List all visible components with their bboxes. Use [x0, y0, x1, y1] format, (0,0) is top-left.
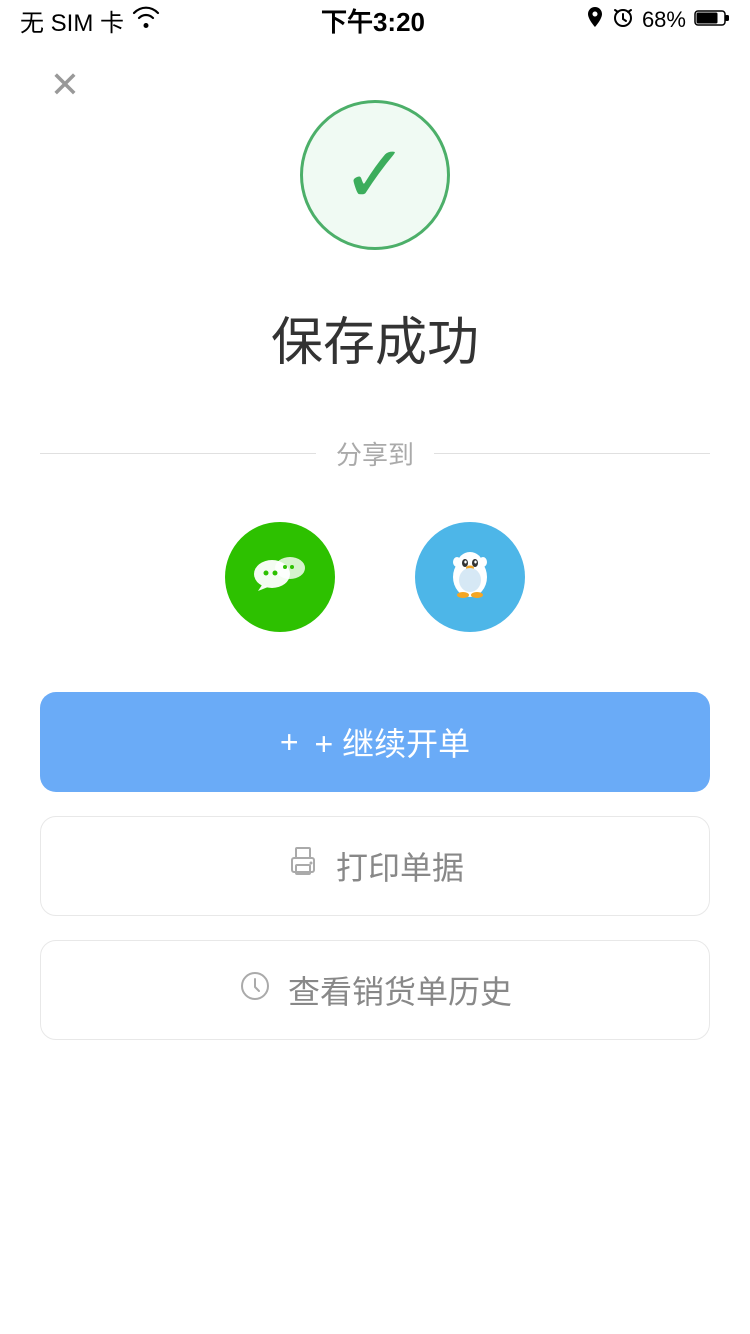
no-sim-text: 无 SIM 卡: [20, 3, 124, 38]
success-title: 保存成功: [271, 300, 479, 375]
status-left: 无 SIM 卡: [20, 3, 160, 38]
status-bar: 无 SIM 卡 下午3:20 68%: [0, 0, 750, 40]
share-section: 分享到: [0, 435, 750, 632]
qq-share-button[interactable]: [415, 522, 525, 632]
share-icons-row: [225, 522, 525, 632]
continue-label: + 继续开单: [315, 719, 471, 765]
qq-icon: [440, 547, 500, 607]
print-button[interactable]: 打印单据: [40, 816, 710, 916]
wechat-icon: [248, 545, 313, 610]
main-content: ✓ 保存成功 分享到: [0, 40, 750, 1334]
share-label: 分享到: [316, 435, 434, 472]
battery-text: 68%: [642, 7, 686, 33]
history-icon: [238, 969, 272, 1011]
location-icon: [586, 6, 604, 34]
continue-button[interactable]: + + 继续开单: [40, 692, 710, 792]
alarm-icon: [612, 6, 634, 34]
divider-left: [40, 453, 316, 454]
wifi-icon: [132, 6, 160, 35]
success-circle: ✓: [300, 100, 450, 250]
history-label: 查看销货单历史: [288, 967, 512, 1013]
divider-right: [434, 453, 710, 454]
printer-icon: [286, 845, 320, 887]
battery-icon: [694, 7, 730, 33]
action-buttons: + + 继续开单 打印单据 查看销货单历: [0, 692, 750, 1040]
checkmark-icon: ✓: [341, 135, 408, 215]
share-divider: 分享到: [0, 435, 750, 472]
history-button[interactable]: 查看销货单历史: [40, 940, 710, 1040]
plus-icon: +: [280, 724, 299, 761]
print-label: 打印单据: [336, 843, 464, 889]
status-right: 68%: [586, 6, 730, 34]
status-time: 下午3:20: [321, 2, 425, 39]
wechat-share-button[interactable]: [225, 522, 335, 632]
